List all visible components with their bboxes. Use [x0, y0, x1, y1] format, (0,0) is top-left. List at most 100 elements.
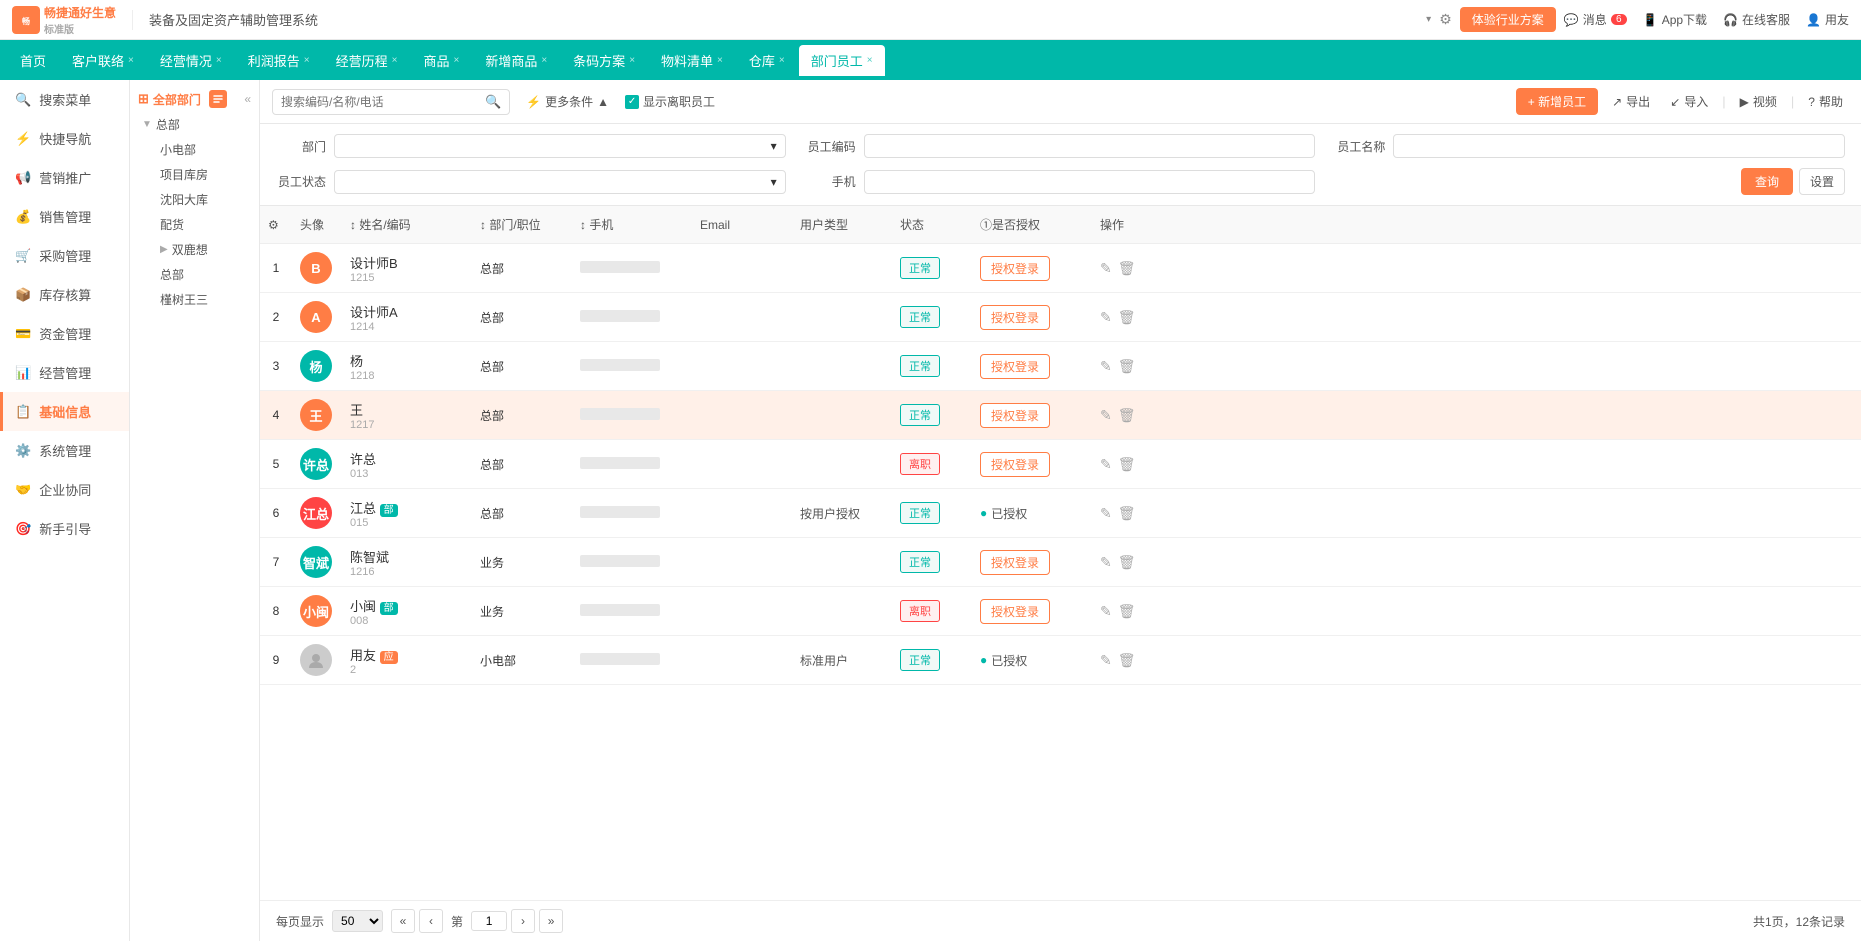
delete-icon[interactable]: 🗑 — [1118, 603, 1136, 620]
delete-icon[interactable]: 🗑 — [1118, 358, 1136, 375]
tab-warehouse[interactable]: 仓库 × — [737, 45, 797, 76]
close-icon[interactable]: × — [541, 55, 547, 66]
tab-history[interactable]: 经营历程 × — [324, 45, 410, 76]
edit-icon[interactable]: ✎ — [1100, 603, 1112, 620]
dept-node-project[interactable]: 项目库房 — [140, 162, 259, 187]
tab-operations[interactable]: 经营情况 × — [148, 45, 234, 76]
tab-employees[interactable]: 部门员工 × — [799, 45, 885, 76]
delete-icon[interactable]: 🗑 — [1118, 505, 1136, 522]
tab-profit[interactable]: 利润报告 × — [236, 45, 322, 76]
settings-icon[interactable]: ⚙ — [1439, 11, 1452, 28]
dept-node-jinShu[interactable]: 槿树王三 — [140, 287, 259, 312]
tab-goods[interactable]: 商品 × — [411, 45, 471, 76]
sidebar-item-inventory[interactable]: 📦 库存核算 — [0, 275, 129, 314]
set-button[interactable]: 设置 — [1799, 168, 1845, 195]
show-resigned-toggle[interactable]: ✓ 显示离职员工 — [625, 93, 715, 110]
delete-icon[interactable]: 🗑 — [1118, 309, 1136, 326]
close-icon[interactable]: × — [304, 55, 310, 66]
app-download-btn[interactable]: 📱 App下载 — [1643, 11, 1707, 28]
view-button[interactable]: ▶ 视频 — [1734, 89, 1783, 114]
sidebar-item-search[interactable]: 🔍 搜索菜单 — [0, 80, 129, 119]
search-icon[interactable]: 🔍 — [485, 94, 501, 110]
close-icon[interactable]: × — [717, 55, 723, 66]
delete-icon[interactable]: 🗑 — [1118, 260, 1136, 277]
tab-barcode[interactable]: 条码方案 × — [561, 45, 647, 76]
edit-icon[interactable]: ✎ — [1100, 309, 1112, 326]
message-btn[interactable]: 💬 消息 6 — [1564, 11, 1627, 28]
close-icon[interactable]: × — [216, 55, 222, 66]
more-conditions-btn[interactable]: ⚡ 更多条件 ▲ — [518, 89, 617, 114]
per-page-select[interactable]: 50 100 — [332, 910, 383, 932]
authorize-btn[interactable]: 授权登录 — [980, 256, 1050, 281]
delete-icon[interactable]: 🗑 — [1118, 652, 1136, 669]
dept-node-delivery[interactable]: 配货 — [140, 212, 259, 237]
tab-home[interactable]: 首页 — [8, 45, 58, 76]
th-phone[interactable]: ↕ 手机 — [572, 206, 692, 244]
authorize-btn[interactable]: 授权登录 — [980, 452, 1050, 477]
sidebar-item-system[interactable]: ⚙️ 系统管理 — [0, 431, 129, 470]
emp-code-input[interactable] — [864, 134, 1316, 158]
dept-node-hq[interactable]: 总部 — [140, 262, 259, 287]
sidebar-item-collab[interactable]: 🤝 企业协同 — [0, 470, 129, 509]
tab-bom[interactable]: 物料清单 × — [649, 45, 735, 76]
dept-node-small-elec[interactable]: 小电部 — [140, 137, 259, 162]
authorize-btn[interactable]: 授权登录 — [980, 354, 1050, 379]
collapse-btn[interactable]: « — [244, 92, 251, 106]
th-settings[interactable]: ⚙ — [260, 206, 292, 244]
edit-icon[interactable]: ✎ — [1100, 407, 1112, 424]
th-name-code[interactable]: ↕ 姓名/编码 — [342, 206, 472, 244]
import-button[interactable]: ↙ 导入 — [1664, 89, 1714, 114]
title-dropdown-icon[interactable]: ▾ — [1426, 14, 1431, 25]
authorize-btn[interactable]: 授权登录 — [980, 550, 1050, 575]
delete-icon[interactable]: 🗑 — [1118, 407, 1136, 424]
status-select[interactable]: ▾ — [334, 170, 786, 194]
search-button[interactable]: 查询 — [1741, 168, 1793, 195]
first-page-btn[interactable]: « — [391, 909, 415, 933]
close-icon[interactable]: × — [453, 55, 459, 66]
close-icon[interactable]: × — [128, 55, 134, 66]
sidebar-item-finance[interactable]: 💳 资金管理 — [0, 314, 129, 353]
close-icon[interactable]: × — [629, 55, 635, 66]
search-input[interactable] — [281, 95, 481, 109]
th-dept-pos[interactable]: ↕ 部门/职位 — [472, 206, 572, 244]
sidebar-item-marketing[interactable]: 📢 营销推广 — [0, 158, 129, 197]
close-icon[interactable]: × — [392, 55, 398, 66]
edit-icon[interactable]: ✎ — [1100, 456, 1112, 473]
close-icon[interactable]: × — [867, 55, 873, 66]
authorize-btn[interactable]: 授权登录 — [980, 305, 1050, 330]
dept-node-shuangluxiang[interactable]: ▶ 双鹿想 — [140, 237, 259, 262]
authorize-btn[interactable]: 授权登录 — [980, 599, 1050, 624]
edit-icon[interactable]: ✎ — [1100, 260, 1112, 277]
tab-customer[interactable]: 客户联络 × — [60, 45, 146, 76]
online-service-btn[interactable]: 🎧 在线客服 — [1723, 11, 1790, 28]
add-employee-button[interactable]: + 新增员工 — [1516, 88, 1598, 115]
phone-input[interactable] — [864, 170, 1316, 194]
next-page-btn[interactable]: › — [511, 909, 535, 933]
delete-icon[interactable]: 🗑 — [1118, 554, 1136, 571]
sidebar-item-sales[interactable]: 💰 销售管理 — [0, 197, 129, 236]
authorize-btn[interactable]: 授权登录 — [980, 403, 1050, 428]
sidebar-item-quicknav[interactable]: ⚡ 快捷导航 — [0, 119, 129, 158]
dept-select[interactable]: ▾ — [334, 134, 786, 158]
dept-all-header[interactable]: ⊞ 全部部门 « — [130, 86, 259, 112]
delete-icon[interactable]: 🗑 — [1118, 456, 1136, 473]
sidebar-item-guide[interactable]: 🎯 新手引导 — [0, 509, 129, 548]
trial-button[interactable]: 体验行业方案 — [1460, 7, 1556, 32]
resigned-checkbox[interactable]: ✓ — [625, 95, 639, 109]
edit-icon[interactable]: ✎ — [1100, 505, 1112, 522]
close-icon[interactable]: × — [779, 55, 785, 66]
dept-node-general[interactable]: ▼ 总部 — [130, 112, 259, 137]
emp-name-input[interactable] — [1393, 134, 1845, 158]
dept-node-shenyang[interactable]: 沈阳大库 — [140, 187, 259, 212]
page-number-input[interactable] — [471, 911, 507, 931]
edit-icon[interactable]: ✎ — [1100, 358, 1112, 375]
help-button[interactable]: ? 帮助 — [1802, 89, 1849, 114]
sidebar-item-purchase[interactable]: 🛒 采购管理 — [0, 236, 129, 275]
export-button[interactable]: ↗ 导出 — [1606, 89, 1656, 114]
user-avatar[interactable]: 👤 用友 — [1806, 11, 1849, 28]
last-page-btn[interactable]: » — [539, 909, 563, 933]
sidebar-item-basic[interactable]: 📋 基础信息 — [0, 392, 129, 431]
sidebar-item-mgmt[interactable]: 📊 经营管理 — [0, 353, 129, 392]
edit-icon[interactable]: ✎ — [1100, 554, 1112, 571]
prev-page-btn[interactable]: ‹ — [419, 909, 443, 933]
